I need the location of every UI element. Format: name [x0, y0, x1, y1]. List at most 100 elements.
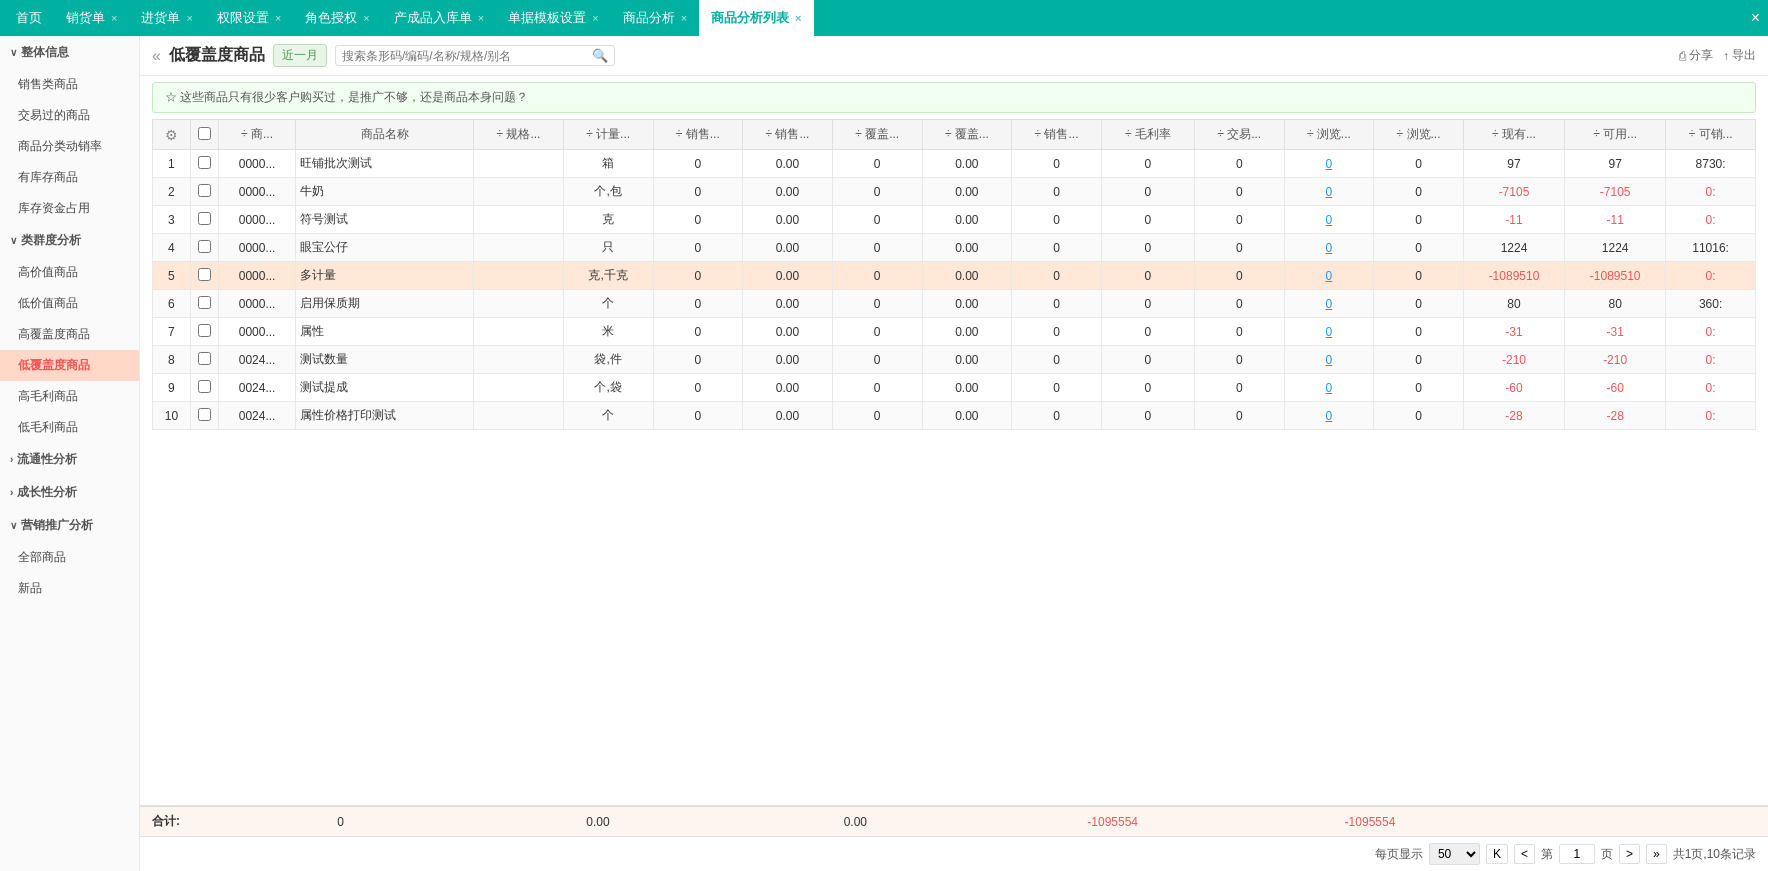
sidebar-item-category-rate[interactable]: 商品分类动销率: [0, 131, 139, 162]
col-gross-rate-header[interactable]: ÷ 毛利率: [1101, 120, 1194, 150]
cell-spec: [474, 318, 564, 346]
sidebar-section-class-analysis[interactable]: ∨ 类群度分析: [0, 224, 139, 257]
close-product-tab[interactable]: ×: [478, 12, 484, 24]
col-current-header[interactable]: ÷ 现有...: [1463, 120, 1564, 150]
sidebar-item-high-margin[interactable]: 高毛利商品: [0, 381, 139, 412]
cell-unit: 个: [563, 402, 653, 430]
nav-tab-template[interactable]: 单据模板设置 ×: [496, 0, 610, 36]
nav-tab-analysis[interactable]: 商品分析 ×: [611, 0, 699, 36]
sidebar-item-stock-capital[interactable]: 库存资金占用: [0, 193, 139, 224]
nav-tab-analysis-list[interactable]: 商品分析列表 ×: [699, 0, 813, 36]
last-page-button[interactable]: »: [1646, 844, 1667, 864]
nav-tab-permissions[interactable]: 权限设置 ×: [205, 0, 293, 36]
cell-browse1[interactable]: 0: [1284, 374, 1374, 402]
gear-icon[interactable]: ⚙: [165, 127, 178, 143]
cell-sales-amt: 0.00: [743, 234, 833, 262]
info-banner: ☆ 这些商品只有很少客户购买过，是推广不够，还是商品本身问题？: [152, 82, 1756, 113]
cell-browse2: 0: [1374, 150, 1464, 178]
col-cover2-header[interactable]: ÷ 覆盖...: [922, 120, 1012, 150]
cell-name: 测试数量: [296, 346, 474, 374]
nav-tab-sales[interactable]: 销货单 ×: [54, 0, 129, 36]
cell-browse1[interactable]: 0: [1284, 318, 1374, 346]
cell-spec: [474, 402, 564, 430]
cell-checkbox[interactable]: [190, 318, 218, 346]
sidebar-section-overview[interactable]: ∨ 整体信息: [0, 36, 139, 69]
collapse-sidebar-button[interactable]: «: [152, 47, 161, 65]
col-sales-amt-header[interactable]: ÷ 销售...: [743, 120, 833, 150]
col-sales-qty-header[interactable]: ÷ 销售...: [653, 120, 743, 150]
cell-checkbox[interactable]: [190, 290, 218, 318]
col-code-header[interactable]: ÷ 商...: [218, 120, 295, 150]
arrow-icon: ∨: [10, 47, 17, 58]
cell-browse1[interactable]: 0: [1284, 262, 1374, 290]
close-analysis-tab[interactable]: ×: [681, 12, 687, 24]
close-role-tab[interactable]: ×: [363, 12, 369, 24]
col-browse1-header[interactable]: ÷ 浏览...: [1284, 120, 1374, 150]
sidebar-item-high-value[interactable]: 高价值商品: [0, 257, 139, 288]
top-nav: 首页 销货单 × 进货单 × 权限设置 × 角色授权 × 产成品入库单 × 单据…: [0, 0, 1768, 36]
sidebar-section-growth[interactable]: › 成长性分析: [0, 476, 139, 509]
cell-browse1[interactable]: 0: [1284, 178, 1374, 206]
page-size-select[interactable]: 50 20 100 200: [1429, 843, 1480, 865]
sidebar-section-circulation[interactable]: › 流通性分析: [0, 443, 139, 476]
share-button[interactable]: ⎙ 分享: [1679, 47, 1713, 64]
col-spec-header[interactable]: ÷ 规格...: [474, 120, 564, 150]
close-permissions-tab[interactable]: ×: [275, 12, 281, 24]
prev-page-button[interactable]: <: [1514, 844, 1535, 864]
col-cover1-header[interactable]: ÷ 覆盖...: [832, 120, 922, 150]
cell-name: 多计量: [296, 262, 474, 290]
cell-checkbox[interactable]: [190, 178, 218, 206]
cell-browse1[interactable]: 0: [1284, 346, 1374, 374]
sidebar-item-low-coverage[interactable]: 低覆盖度商品: [0, 350, 139, 381]
sidebar-item-stocked-goods[interactable]: 有库存商品: [0, 162, 139, 193]
first-page-button[interactable]: K: [1486, 844, 1508, 864]
nav-tab-product[interactable]: 产成品入库单 ×: [382, 0, 496, 36]
sidebar-item-new-goods[interactable]: 新品: [0, 573, 139, 604]
cell-sellable: 0:: [1666, 262, 1756, 290]
cell-checkbox[interactable]: [190, 402, 218, 430]
cell-sales-amt: 0.00: [743, 178, 833, 206]
sidebar-item-low-margin[interactable]: 低毛利商品: [0, 412, 139, 443]
col-unit-header[interactable]: ÷ 计量...: [563, 120, 653, 150]
cell-checkbox[interactable]: [190, 234, 218, 262]
close-template-tab[interactable]: ×: [592, 12, 598, 24]
cell-browse1[interactable]: 0: [1284, 150, 1374, 178]
sidebar-section-marketing[interactable]: ∨ 营销推广分析: [0, 509, 139, 542]
sidebar-item-low-value[interactable]: 低价值商品: [0, 288, 139, 319]
sidebar-item-all-goods[interactable]: 全部商品: [0, 542, 139, 573]
sidebar-item-sales-goods[interactable]: 销售类商品: [0, 69, 139, 100]
col-browse2-header[interactable]: ÷ 浏览...: [1374, 120, 1464, 150]
sidebar-item-traded-goods[interactable]: 交易过的商品: [0, 100, 139, 131]
export-button[interactable]: ↑ 导出: [1723, 47, 1756, 64]
cell-browse1[interactable]: 0: [1284, 402, 1374, 430]
nav-tab-purchase[interactable]: 进货单 ×: [129, 0, 204, 36]
cell-checkbox[interactable]: [190, 150, 218, 178]
cell-cover1: 0: [832, 290, 922, 318]
next-page-button[interactable]: >: [1619, 844, 1640, 864]
select-all-checkbox[interactable]: [198, 127, 211, 140]
date-filter-button[interactable]: 近一月: [273, 44, 327, 67]
current-page-input[interactable]: [1559, 844, 1595, 864]
cell-browse1[interactable]: 0: [1284, 234, 1374, 262]
col-sellable-header[interactable]: ÷ 可销...: [1666, 120, 1756, 150]
cell-checkbox[interactable]: [190, 346, 218, 374]
nav-tab-role[interactable]: 角色授权 ×: [293, 0, 381, 36]
cell-checkbox[interactable]: [190, 262, 218, 290]
col-sales-days-header[interactable]: ÷ 销售...: [1012, 120, 1102, 150]
cell-checkbox[interactable]: [190, 206, 218, 234]
cell-browse1[interactable]: 0: [1284, 206, 1374, 234]
close-sales-tab[interactable]: ×: [111, 12, 117, 24]
cell-checkbox[interactable]: [190, 374, 218, 402]
cell-unit: 个,袋: [563, 374, 653, 402]
col-trade-header[interactable]: ÷ 交易...: [1194, 120, 1284, 150]
cell-browse1[interactable]: 0: [1284, 290, 1374, 318]
close-all-button[interactable]: ×: [1751, 9, 1760, 27]
sidebar: ∨ 整体信息 销售类商品 交易过的商品 商品分类动销率 有库存商品 库存资金占用…: [0, 36, 140, 871]
close-purchase-tab[interactable]: ×: [186, 12, 192, 24]
close-analysis-list-tab[interactable]: ×: [795, 12, 801, 24]
sidebar-item-high-coverage[interactable]: 高覆盖度商品: [0, 319, 139, 350]
col-name-header[interactable]: 商品名称: [296, 120, 474, 150]
col-available-header[interactable]: ÷ 可用...: [1565, 120, 1666, 150]
nav-tab-home[interactable]: 首页: [4, 0, 54, 36]
search-input[interactable]: [342, 49, 592, 63]
